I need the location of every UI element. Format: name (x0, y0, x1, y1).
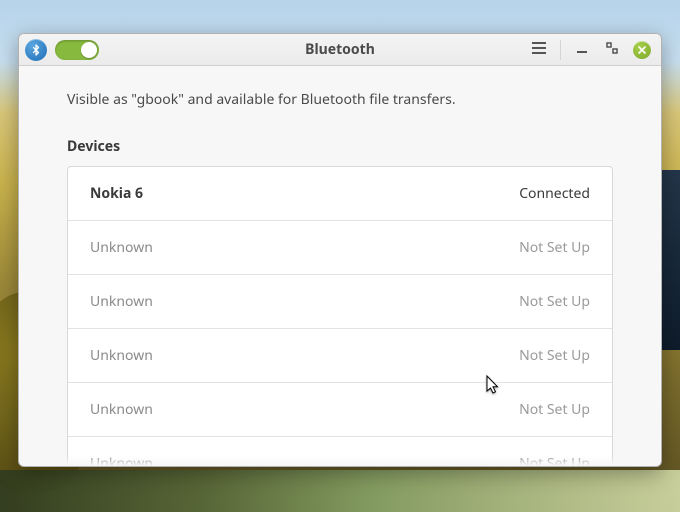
device-status: Not Set Up (519, 400, 590, 419)
device-name: Unknown (90, 238, 153, 257)
device-status: Not Set Up (519, 346, 590, 365)
hamburger-menu-button[interactable] (526, 38, 552, 62)
content-area: Visible as "gbook" and available for Blu… (19, 66, 661, 466)
device-name: Unknown (90, 346, 153, 365)
maximize-icon (606, 42, 618, 57)
devices-heading: Devices (67, 137, 613, 156)
visibility-description: Visible as "gbook" and available for Blu… (67, 90, 613, 109)
device-name: Unknown (90, 292, 153, 311)
hamburger-icon (532, 42, 546, 57)
device-status: Not Set Up (519, 454, 590, 466)
separator (560, 40, 561, 60)
device-row[interactable]: Unknown Not Set Up (68, 221, 612, 275)
bluetooth-settings-window: Bluetooth (18, 33, 662, 467)
toggle-knob (81, 42, 97, 58)
device-row[interactable]: Unknown Not Set Up (68, 383, 612, 437)
minimize-button[interactable] (569, 38, 595, 62)
device-row[interactable]: Unknown Not Set Up (68, 275, 612, 329)
bluetooth-icon (25, 39, 47, 61)
device-status: Not Set Up (519, 238, 590, 257)
device-name: Unknown (90, 454, 153, 466)
bluetooth-toggle[interactable] (55, 40, 99, 60)
device-list: Nokia 6ConnectedUnknownNot Set UpUnknown… (67, 166, 613, 466)
close-icon (633, 41, 651, 59)
titlebar: Bluetooth (19, 34, 661, 66)
close-button[interactable] (629, 38, 655, 62)
device-status: Connected (519, 184, 590, 203)
device-row[interactable]: Unknown Not Set Up (68, 329, 612, 383)
titlebar-right-group (526, 38, 655, 62)
device-name: Nokia 6 (90, 184, 143, 203)
wallpaper-decoration (0, 470, 680, 512)
minimize-icon (576, 42, 588, 57)
device-status: Not Set Up (519, 292, 590, 311)
device-name: Unknown (90, 400, 153, 419)
device-row[interactable]: Nokia 6 Connected (68, 167, 612, 221)
maximize-button[interactable] (599, 38, 625, 62)
device-row[interactable]: Unknown Not Set Up (68, 437, 612, 466)
